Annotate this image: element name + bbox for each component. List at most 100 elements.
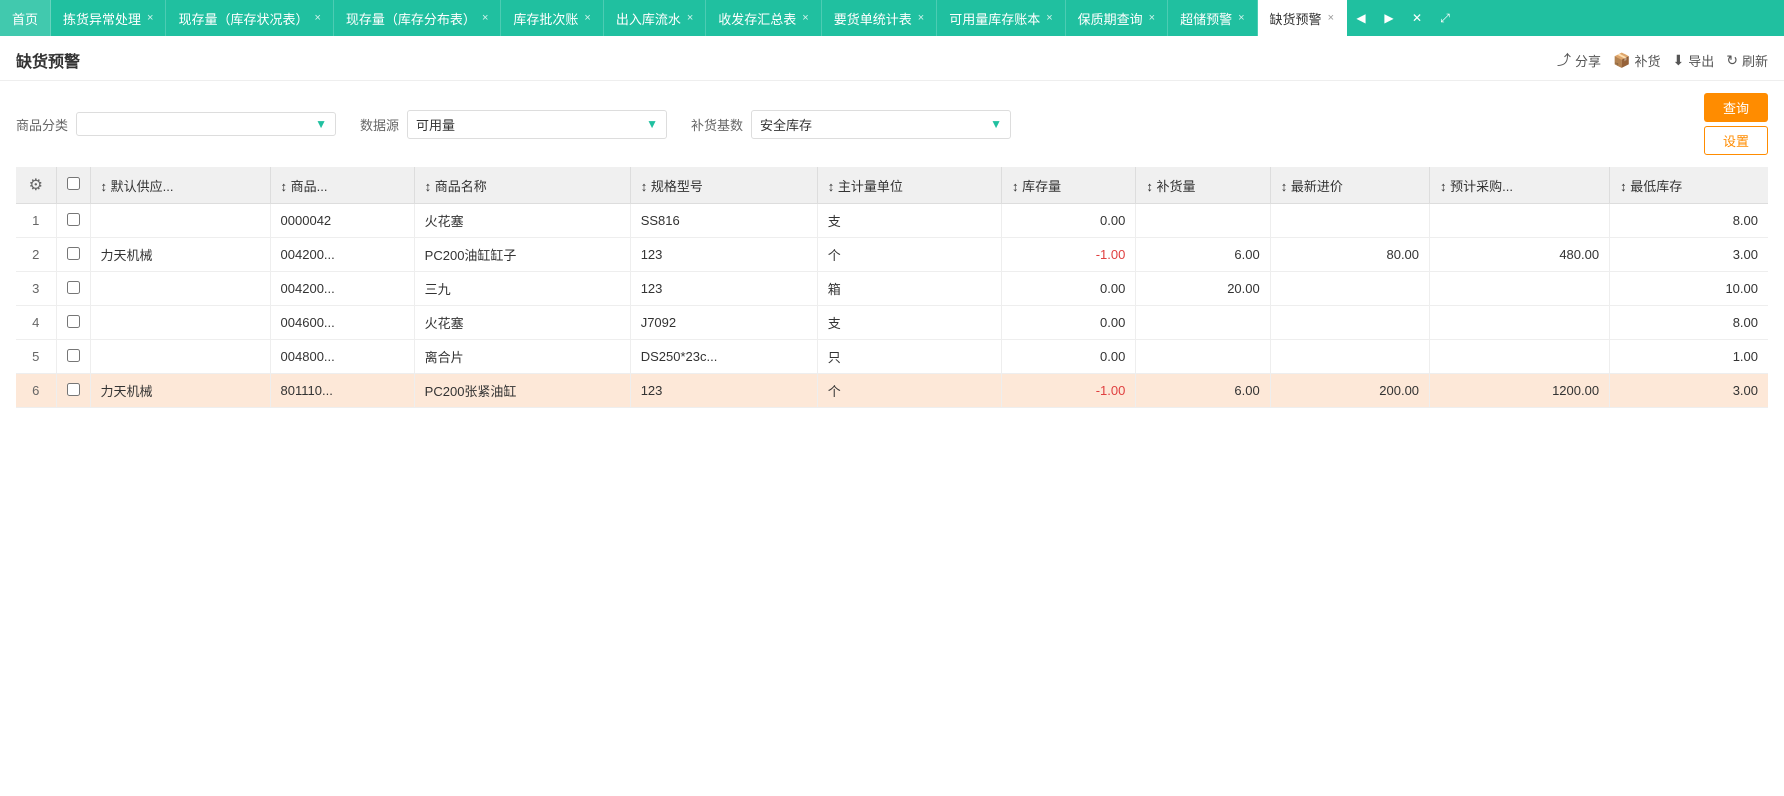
col-min-stock[interactable]: ↕ 最低库存: [1610, 167, 1768, 204]
col-stock[interactable]: ↕ 库存量: [1001, 167, 1135, 204]
tab-order-stats[interactable]: 要货单统计表 ×: [822, 0, 937, 36]
row-supplier: 力天机械: [90, 374, 270, 408]
row-index: 4: [16, 306, 56, 340]
page-header: 缺货预警 ⤴ 分享 📦 补货 ⬇ 导出 ↻ 刷新: [0, 36, 1784, 81]
tab-overstock-close[interactable]: ×: [1238, 12, 1244, 24]
tab-exception-close[interactable]: ×: [147, 12, 153, 24]
row-checkbox-cell[interactable]: [56, 340, 90, 374]
filter-actions: 查询 设置: [1704, 93, 1768, 155]
replenish-base-filter-group: 补货基数 安全库存 ▼: [691, 110, 1011, 139]
row-unit: 只: [817, 340, 1001, 374]
tab-close-all-btn[interactable]: ✕: [1403, 0, 1431, 36]
tab-receive-summary[interactable]: 收发存汇总表 ×: [706, 0, 821, 36]
row-checkbox-cell[interactable]: [56, 204, 90, 238]
row-min-stock: 3.00: [1610, 238, 1768, 272]
tab-batch-account-close[interactable]: ×: [584, 12, 590, 24]
tab-expiry-query[interactable]: 保质期查询 ×: [1066, 0, 1168, 36]
row-checkbox[interactable]: [67, 247, 80, 260]
table-header-row: ⚙ ↕ 默认供应... ↕ 商品... ↕ 商品名称: [16, 167, 1768, 204]
col-est-purchase[interactable]: ↕ 预计采购...: [1430, 167, 1610, 204]
row-stock: 0.00: [1001, 204, 1135, 238]
col-spec[interactable]: ↕ 规格型号: [630, 167, 817, 204]
row-latest-price: 200.00: [1270, 374, 1429, 408]
tab-exception[interactable]: 拣货异常处理 ×: [51, 0, 166, 36]
category-select[interactable]: ▼: [76, 112, 336, 136]
row-checkbox[interactable]: [67, 383, 80, 396]
settings-button[interactable]: 设置: [1704, 126, 1768, 155]
row-checkbox[interactable]: [67, 349, 80, 362]
tab-order-stats-close[interactable]: ×: [918, 12, 924, 24]
row-index: 2: [16, 238, 56, 272]
row-est-purchase: 1200.00: [1430, 374, 1610, 408]
row-checkbox-cell[interactable]: [56, 238, 90, 272]
tab-shortage[interactable]: 缺货预警 ×: [1258, 0, 1347, 36]
row-latest-price: [1270, 340, 1429, 374]
row-replenish: [1136, 340, 1270, 374]
row-min-stock: 3.00: [1610, 374, 1768, 408]
row-replenish: 20.00: [1136, 272, 1270, 306]
col-code[interactable]: ↕ 商品...: [270, 167, 414, 204]
query-button[interactable]: 查询: [1704, 93, 1768, 122]
tab-home[interactable]: 首页: [0, 0, 51, 36]
table-row: 2 力天机械 004200... PC200油缸缸子 123 个 -1.00 6…: [16, 238, 1768, 272]
export-button[interactable]: ⬇ 导出: [1673, 51, 1715, 70]
datasource-label: 数据源: [360, 115, 399, 134]
tab-expiry-query-close[interactable]: ×: [1149, 12, 1155, 24]
row-supplier: [90, 204, 270, 238]
category-filter-group: 商品分类 ▼: [16, 112, 336, 136]
tab-available-ledger[interactable]: 可用量库存账本 ×: [937, 0, 1065, 36]
row-checkbox[interactable]: [67, 281, 80, 294]
row-checkbox[interactable]: [67, 213, 80, 226]
row-min-stock: 8.00: [1610, 204, 1768, 238]
tab-inventory-dist[interactable]: 现存量（库存分布表） ×: [334, 0, 501, 36]
tab-expand-btn[interactable]: ⤢: [1431, 0, 1459, 36]
tab-receive-summary-close[interactable]: ×: [802, 12, 808, 24]
row-stock: -1.00: [1001, 374, 1135, 408]
tab-inventory-status[interactable]: 现存量（库存状况表） ×: [166, 0, 333, 36]
page-title: 缺货预警: [16, 48, 80, 72]
row-replenish: [1136, 204, 1270, 238]
tab-overstock[interactable]: 超储预警 ×: [1168, 0, 1257, 36]
row-unit: 支: [817, 204, 1001, 238]
row-checkbox[interactable]: [67, 315, 80, 328]
col-supplier[interactable]: ↕ 默认供应...: [90, 167, 270, 204]
datasource-dropdown-icon: ▼: [646, 117, 658, 131]
row-checkbox-cell[interactable]: [56, 374, 90, 408]
category-label: 商品分类: [16, 115, 68, 134]
tab-next-btn[interactable]: ▶: [1375, 0, 1403, 36]
col-unit[interactable]: ↕ 主计量单位: [817, 167, 1001, 204]
row-supplier: [90, 272, 270, 306]
tab-prev-btn[interactable]: ◀: [1347, 0, 1375, 36]
replenish-button[interactable]: 📦 补货: [1613, 51, 1660, 70]
share-button[interactable]: ⤴ 分享: [1557, 50, 1601, 70]
col-checkbox: [56, 167, 90, 204]
row-est-purchase: [1430, 272, 1610, 306]
col-replenish[interactable]: ↕ 补货量: [1136, 167, 1270, 204]
table-row: 5 004800... 离合片 DS250*23c... 只 0.00 1.00: [16, 340, 1768, 374]
row-checkbox-cell[interactable]: [56, 306, 90, 340]
row-min-stock: 10.00: [1610, 272, 1768, 306]
row-checkbox-cell[interactable]: [56, 272, 90, 306]
table-row: 3 004200... 三九 123 箱 0.00 20.00 10.00: [16, 272, 1768, 306]
col-gear[interactable]: ⚙: [16, 167, 56, 204]
col-latest-price[interactable]: ↕ 最新进价: [1270, 167, 1429, 204]
row-latest-price: [1270, 272, 1429, 306]
tab-inventory-status-close[interactable]: ×: [314, 12, 320, 24]
tab-available-ledger-close[interactable]: ×: [1046, 12, 1052, 24]
row-supplier: [90, 340, 270, 374]
row-unit: 个: [817, 374, 1001, 408]
tab-inventory-dist-close[interactable]: ×: [482, 12, 488, 24]
tab-shortage-close[interactable]: ×: [1328, 12, 1334, 24]
tab-inout-flow-close[interactable]: ×: [687, 12, 693, 24]
category-dropdown-icon: ▼: [315, 117, 327, 131]
tab-batch-account[interactable]: 库存批次账 ×: [501, 0, 603, 36]
datasource-select[interactable]: 可用量 ▼: [407, 110, 667, 139]
select-all-checkbox[interactable]: [67, 177, 80, 190]
replenish-base-select[interactable]: 安全库存 ▼: [751, 110, 1011, 139]
refresh-button[interactable]: ↻ 刷新: [1726, 51, 1768, 70]
col-name[interactable]: ↕ 商品名称: [414, 167, 630, 204]
tab-inout-flow[interactable]: 出入库流水 ×: [604, 0, 706, 36]
row-min-stock: 1.00: [1610, 340, 1768, 374]
column-settings-icon[interactable]: ⚙: [29, 177, 43, 194]
row-spec: J7092: [630, 306, 817, 340]
